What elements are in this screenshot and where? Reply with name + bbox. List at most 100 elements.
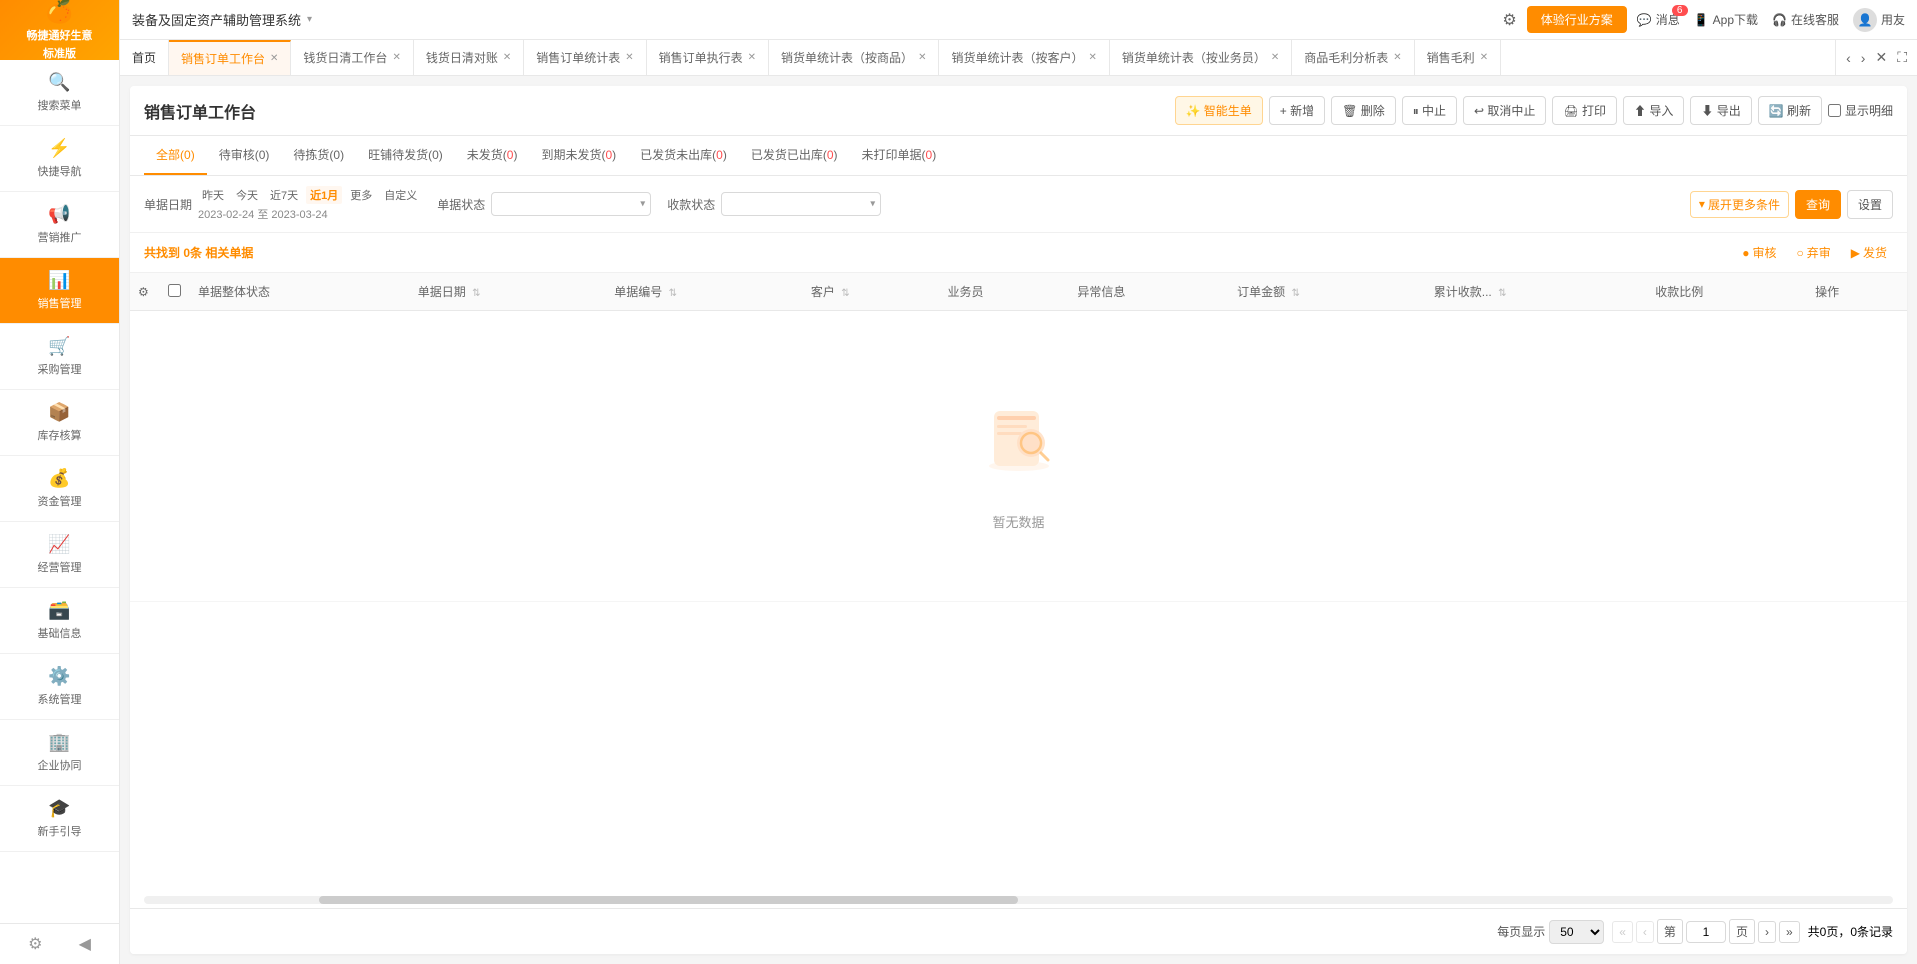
sidebar-item-operations[interactable]: 📈 经营管理 [0, 522, 119, 588]
cancel-suspend-button[interactable]: ↩ 取消中止 [1463, 96, 1546, 125]
tab-cash-goods[interactable]: 钱货日清对账✕ [414, 40, 524, 75]
sidebar-item-newbie[interactable]: 🎓 新手引导 [0, 786, 119, 852]
ship-button[interactable]: ▶ 发货 [1845, 241, 1893, 264]
sidebar-item-basic[interactable]: 🗃️ 基础信息 [0, 588, 119, 654]
app-download-link[interactable]: 📱 App下载 [1694, 11, 1758, 28]
add-button[interactable]: + 新增 [1269, 96, 1325, 125]
per-page-select[interactable]: 50 10 20 100 [1549, 920, 1604, 944]
last-page-button[interactable]: » [1779, 921, 1800, 943]
sidebar-item-system[interactable]: ⚙️ 系统管理 [0, 654, 119, 720]
next-page-button[interactable]: › [1758, 921, 1776, 943]
tab-sales-by-customer[interactable]: 销货单统计表（按客户）✕ [939, 40, 1109, 75]
sidebar-item-purchase[interactable]: 🛒 采购管理 [0, 324, 119, 390]
collapse-icon[interactable]: ◀ [79, 934, 91, 954]
export-button[interactable]: ⬇ 导出 [1690, 96, 1751, 125]
tab-sales-order[interactable]: 销售订单工作台✕ [169, 40, 291, 75]
topbar-settings-icon[interactable]: ⚙ [1502, 10, 1516, 30]
refresh-button[interactable]: 🔄 刷新 [1758, 96, 1822, 125]
import-button[interactable]: ⬆ 导入 [1623, 96, 1684, 125]
col-date[interactable]: 单据日期 ⇅ [410, 273, 607, 311]
tab-close-sales-by-customer[interactable]: ✕ [1088, 52, 1096, 63]
tab-sales-exec[interactable]: 销售订单执行表✕ [647, 40, 769, 75]
filter-tab-all[interactable]: 全部(0) [144, 136, 207, 175]
tab-close-sales-stats[interactable]: ✕ [625, 52, 633, 63]
review-button[interactable]: ● 审核 [1736, 241, 1782, 264]
tab-close-sales-order[interactable]: ✕ [270, 53, 278, 64]
message-icon-area[interactable]: 💬 消息 6 [1637, 11, 1680, 28]
col-customer[interactable]: 客户 ⇅ [803, 273, 940, 311]
sidebar-item-marketing[interactable]: 📢 营销推广 [0, 192, 119, 258]
smart-order-button[interactable]: ✨ 智能生单 [1175, 96, 1263, 125]
show-detail-checkbox[interactable] [1828, 104, 1841, 117]
prev-page-button[interactable]: ‹ [1636, 921, 1654, 943]
payment-select[interactable] [721, 192, 881, 216]
delete-button[interactable]: 🗑 删除 [1331, 96, 1396, 125]
tab-sales-by-staff[interactable]: 销货单统计表（按业务员）✕ [1110, 40, 1292, 75]
tab-close-cash-goods[interactable]: ✕ [503, 52, 511, 63]
tab-expand-icon[interactable]: ⛶ [1893, 47, 1911, 68]
shortcut-1month[interactable]: 近1月 [306, 186, 342, 204]
print-button[interactable]: 🖨 打印 [1552, 96, 1617, 125]
col-number[interactable]: 单据编号 ⇅ [606, 273, 803, 311]
online-service-link[interactable]: 🎧 在线客服 [1772, 11, 1839, 28]
user-avatar: 👤 [1853, 8, 1877, 32]
user-area[interactable]: 👤 用友 [1853, 8, 1905, 32]
filter-tab-expired-not-shipped[interactable]: 到期未发货(0) [529, 136, 628, 175]
tab-scroll-left-icon[interactable]: ‹ [1842, 48, 1855, 68]
tab-close-sales-by-product[interactable]: ✕ [918, 52, 926, 63]
cancel-review-button[interactable]: ○ 弃审 [1790, 241, 1836, 264]
tab-home[interactable]: 首页 [120, 40, 169, 75]
shortcut-yesterday[interactable]: 昨天 [198, 186, 228, 204]
tab-close-sales-by-staff[interactable]: ✕ [1271, 52, 1279, 63]
tab-sales-by-product[interactable]: 销货单统计表（按商品）✕ [769, 40, 939, 75]
status-select[interactable] [491, 192, 651, 216]
shortcut-custom[interactable]: 自定义 [380, 186, 421, 204]
tab-close-product-margin[interactable]: ✕ [1393, 52, 1401, 63]
sidebar-item-inventory[interactable]: 📦 库存核算 [0, 390, 119, 456]
scrollbar-thumb[interactable] [319, 896, 1019, 904]
sidebar-item-enterprise[interactable]: 🏢 企业协同 [0, 720, 119, 786]
tab-sales-profit[interactable]: 销售毛利✕ [1415, 40, 1501, 75]
first-page-button[interactable]: « [1612, 921, 1633, 943]
shortcut-today[interactable]: 今天 [232, 186, 262, 204]
dropdown-arrow-icon[interactable]: ▾ [307, 14, 312, 25]
tab-close-all-icon[interactable]: ✕ [1871, 47, 1891, 68]
sidebar-item-sales[interactable]: 📊 销售管理 [0, 258, 119, 324]
filter-tab-wangpu-pending[interactable]: 旺铺待发货(0) [356, 136, 455, 175]
tab-sales-stats[interactable]: 销售订单统计表✕ [524, 40, 646, 75]
col-amount[interactable]: 订单金额 ⇅ [1229, 273, 1426, 311]
select-all-checkbox[interactable] [168, 284, 181, 297]
shortcut-more[interactable]: 更多 [346, 186, 376, 204]
tab-product-margin[interactable]: 商品毛利分析表✕ [1292, 40, 1414, 75]
filter-tab-not-shipped[interactable]: 未发货(0) [455, 136, 530, 175]
expand-conditions-button[interactable]: ▾ 展开更多条件 [1690, 191, 1789, 218]
filter-tab-shipped-not-out[interactable]: 已发货未出库(0) [628, 136, 739, 175]
main-area: 装备及固定资产辅助管理系统 ▾ ⚙ 体验行业方案 💬 消息 6 📱 App下载 … [120, 0, 1917, 964]
tab-cash-daily[interactable]: 钱货日清工作台✕ [291, 40, 413, 75]
settings-icon[interactable]: ⚙ [28, 934, 42, 954]
tab-close-sales-exec[interactable]: ✕ [748, 52, 756, 63]
filter-tab-pending-review[interactable]: 待审核(0) [207, 136, 282, 175]
settings-query-button[interactable]: 设置 [1847, 190, 1893, 219]
page-label: 第 [1657, 919, 1683, 944]
filter-tab-pending-check[interactable]: 待拣货(0) [281, 136, 356, 175]
tab-close-cash-daily[interactable]: ✕ [392, 52, 400, 63]
tab-scroll-right-icon[interactable]: › [1857, 48, 1870, 68]
sidebar-item-search[interactable]: 🔍 搜索菜单 [0, 60, 119, 126]
table-settings-col[interactable]: ⚙ [130, 273, 160, 311]
filter-tab-not-printed[interactable]: 未打印单据(0) [850, 136, 949, 175]
sidebar-item-quick-nav[interactable]: ⚡ 快捷导航 [0, 126, 119, 192]
page-number-input[interactable] [1686, 921, 1726, 943]
tab-close-sales-profit[interactable]: ✕ [1480, 52, 1488, 63]
query-button[interactable]: 查询 [1795, 190, 1841, 219]
suspend-button[interactable]: ⏸ 中止 [1402, 96, 1457, 125]
shortcut-7days[interactable]: 近7天 [266, 186, 302, 204]
date-range-value[interactable]: 2023-02-24 至 2023-03-24 [198, 206, 421, 222]
solution-button[interactable]: 体验行业方案 [1527, 6, 1627, 33]
search-row: 单据日期 昨天 今天 近7天 近1月 更多 自定义 2023-02-24 至 2… [144, 186, 1893, 222]
show-detail-checkbox-label[interactable]: 显示明细 [1828, 102, 1893, 119]
horizontal-scrollbar[interactable] [144, 896, 1893, 904]
filter-tab-shipped-out[interactable]: 已发货已出库(0) [739, 136, 850, 175]
sidebar-item-finance[interactable]: 💰 资金管理 [0, 456, 119, 522]
col-received[interactable]: 累计收款... ⇅ [1426, 273, 1648, 311]
